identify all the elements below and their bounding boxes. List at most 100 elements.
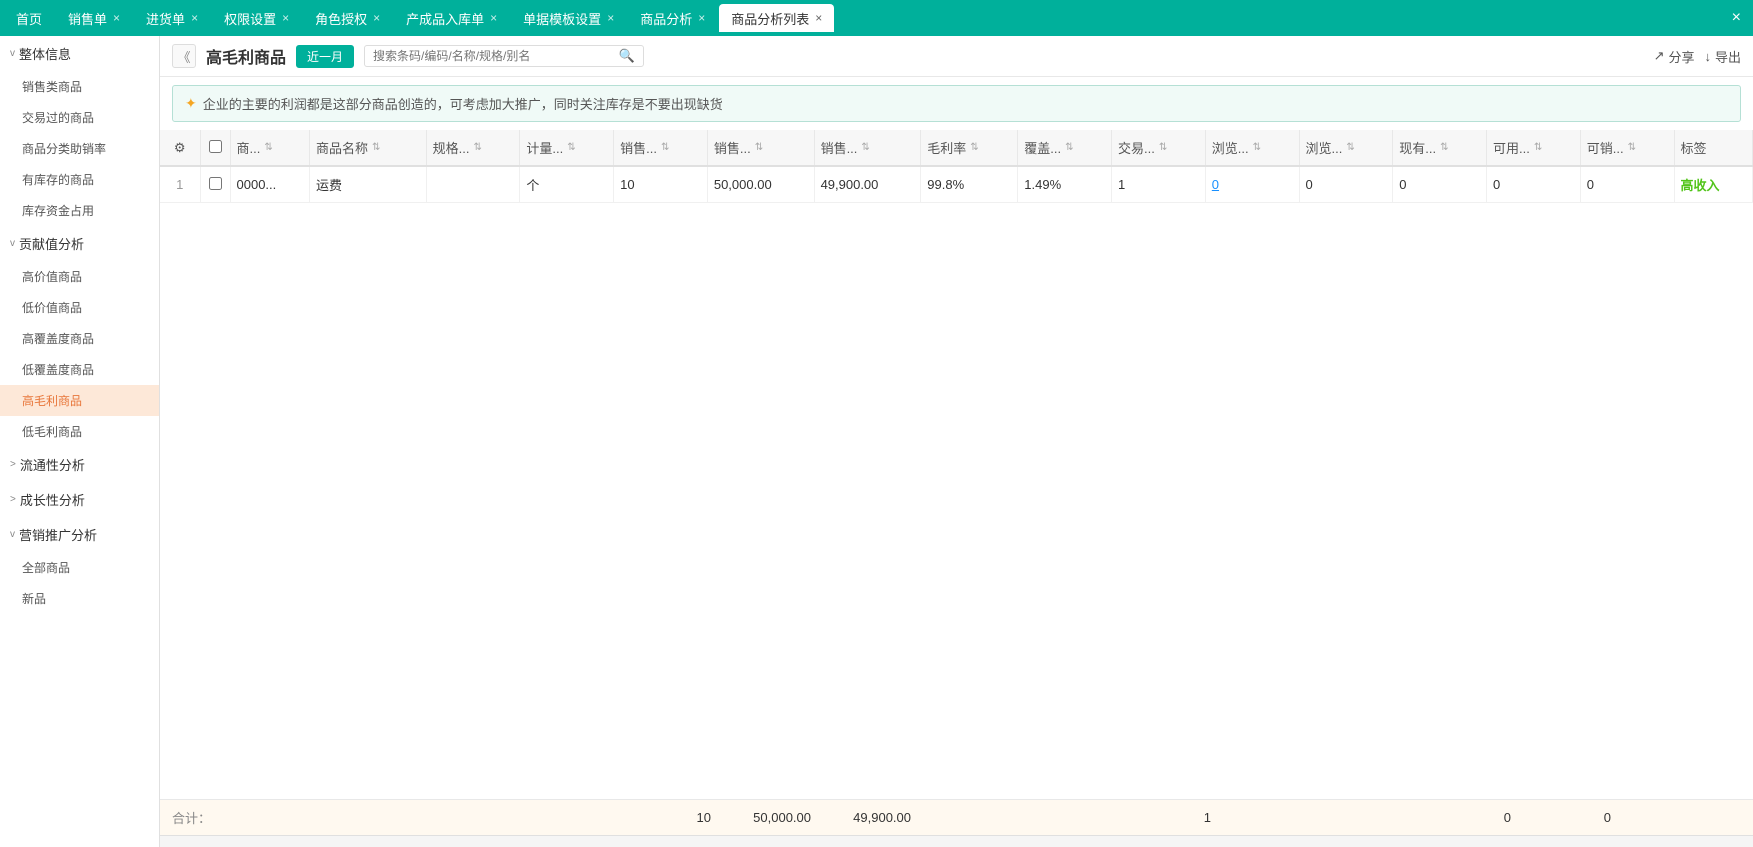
tab-产成品入库单[interactable]: 产成品入库单× — [394, 4, 509, 32]
col-header-13[interactable]: 浏览...⇅ — [1299, 130, 1393, 166]
tab-close-icon[interactable]: × — [698, 12, 705, 24]
sidebar-item-0-3[interactable]: 有库存的商品 — [0, 164, 159, 195]
checkbox-cell[interactable] — [200, 166, 230, 203]
sidebar-section-4[interactable]: v营销推广分析 — [0, 517, 159, 552]
sort-icon-2[interactable]: ⇅ — [264, 142, 272, 153]
search-icon[interactable]: 🔍 — [619, 48, 635, 64]
tab-close-icon[interactable]: × — [282, 12, 289, 24]
content-header: 《 高毛利商品 近一月 🔍 ↗ 分享 ↓ 导出 — [160, 36, 1753, 77]
sort-icon-16[interactable]: ⇅ — [1628, 142, 1636, 153]
sort-icon-3[interactable]: ⇅ — [372, 142, 380, 153]
window-close-btn[interactable]: × — [1724, 9, 1749, 27]
settings-icon[interactable]: ⚙ — [174, 140, 186, 155]
col-header-16[interactable]: 可销...⇅ — [1580, 130, 1674, 166]
sidebar-section-label: 流通性分析 — [20, 455, 85, 474]
sidebar-section-label: 营销推广分析 — [19, 525, 97, 544]
tab-close-icon[interactable]: × — [815, 12, 822, 24]
col-label-10: 覆盖... — [1024, 138, 1061, 157]
sidebar-item-1-4[interactable]: 高毛利商品 — [0, 385, 159, 416]
browse1-cell[interactable]: 0 — [1205, 166, 1299, 203]
sidebar-item-1-1[interactable]: 低价值商品 — [0, 292, 159, 323]
info-banner-text: 企业的主要的利润都是这部分商品创造的，可考虑加大推广，同时关注库存是不要出现缺货 — [203, 94, 723, 113]
footer-stock-available: 0 — [1531, 810, 1611, 825]
tab-角色授权[interactable]: 角色授权× — [303, 4, 392, 32]
col-header-2[interactable]: 商...⇅ — [230, 130, 309, 166]
sort-icon-8[interactable]: ⇅ — [861, 142, 869, 153]
tab-label: 商品分析 — [640, 9, 692, 28]
col-header-8[interactable]: 销售...⇅ — [814, 130, 921, 166]
footer-stock-current: 0 — [1431, 810, 1511, 825]
info-banner: ✦ 企业的主要的利润都是这部分商品创造的，可考虑加大推广，同时关注库存是不要出现… — [172, 85, 1741, 122]
col-header-5[interactable]: 计量... ⇅ — [520, 130, 614, 166]
search-box: 🔍 — [364, 45, 644, 67]
sort-icon-13[interactable]: ⇅ — [1346, 142, 1354, 153]
col-label-13: 浏览... — [1306, 138, 1343, 157]
sidebar-item-4-1[interactable]: 新品 — [0, 583, 159, 614]
sidebar-item-1-5[interactable]: 低毛利商品 — [0, 416, 159, 447]
col-label-2: 商... — [237, 138, 261, 157]
sort-icon-10[interactable]: ⇅ — [1065, 142, 1073, 153]
tab-单据模板设置[interactable]: 单据模板设置× — [511, 4, 626, 32]
tab-商品分析[interactable]: 商品分析 × — [628, 4, 717, 32]
col-header-9[interactable]: 毛利率⇅ — [921, 130, 1018, 166]
sort-icon-7[interactable]: ⇅ — [755, 142, 763, 153]
share-btn[interactable]: ↗ 分享 — [1654, 47, 1695, 66]
col-header-14[interactable]: 现有...⇅ — [1393, 130, 1487, 166]
sort-icon-15[interactable]: ⇅ — [1534, 142, 1542, 153]
sidebar-item-4-0[interactable]: 全部商品 — [0, 552, 159, 583]
sidebar-section-0[interactable]: v整体信息 — [0, 36, 159, 71]
row-checkbox[interactable] — [209, 177, 222, 190]
sidebar-item-0-1[interactable]: 交易过的商品 — [0, 102, 159, 133]
footer-trade: 1 — [1131, 810, 1211, 825]
sort-icon-12[interactable]: ⇅ — [1253, 142, 1261, 153]
sort-icon-11[interactable]: ⇅ — [1159, 142, 1167, 153]
sidebar-section-2[interactable]: >流通性分析 — [0, 447, 159, 482]
tab-进货单[interactable]: 进货单× — [134, 4, 210, 32]
col-header-4[interactable]: 规格...⇅ — [426, 130, 520, 166]
col-header-11[interactable]: 交易...⇅ — [1112, 130, 1206, 166]
tab-商品分析列表[interactable]: 商品分析列表 × — [719, 4, 834, 32]
sidebar-item-1-3[interactable]: 低覆盖度商品 — [0, 354, 159, 385]
unit-cell: 个 — [520, 166, 614, 203]
sidebar-item-0-4[interactable]: 库存资金占用 — [0, 195, 159, 226]
search-input[interactable] — [373, 49, 613, 63]
data-table: ⚙商...⇅商品名称⇅规格...⇅计量...⇅销售...⇅销售...⇅销售...… — [160, 130, 1753, 203]
sort-icon-14[interactable]: ⇅ — [1440, 142, 1448, 153]
col-header-6[interactable]: 销售...⇅ — [614, 130, 708, 166]
col-header-10[interactable]: 覆盖... ⇅ — [1018, 130, 1112, 166]
sidebar-section-1[interactable]: v贡献值分析 — [0, 226, 159, 261]
tab-close-icon[interactable]: × — [490, 12, 497, 24]
col-header-3[interactable]: 商品名称⇅ — [309, 130, 426, 166]
main-layout: v整体信息销售类商品交易过的商品商品分类助销率有库存的商品库存资金占用v贡献值分… — [0, 36, 1753, 847]
sidebar-item-0-2[interactable]: 商品分类助销率 — [0, 133, 159, 164]
col-header-12[interactable]: 浏览...⇅ — [1205, 130, 1299, 166]
horizontal-scrollbar[interactable] — [160, 835, 1753, 847]
sort-icon-9[interactable]: ⇅ — [970, 142, 978, 153]
tab-close-icon[interactable]: × — [113, 12, 120, 24]
tab-close-icon[interactable]: × — [607, 12, 614, 24]
collapse-sidebar-btn[interactable]: 《 — [172, 44, 196, 68]
sidebar-item-1-0[interactable]: 高价值商品 — [0, 261, 159, 292]
sort-icon-5[interactable]: ⇅ — [567, 142, 575, 153]
sort-icon-4[interactable]: ⇅ — [473, 142, 481, 153]
col-label-5: 计量... — [526, 138, 563, 157]
export-btn[interactable]: ↓ 导出 — [1704, 47, 1741, 66]
sidebar-item-0-0[interactable]: 销售类商品 — [0, 71, 159, 102]
sales-cost-cell: 49,900.00 — [814, 166, 921, 203]
tab-权限设置[interactable]: 权限设置× — [212, 4, 301, 32]
tab-close-icon[interactable]: × — [191, 12, 198, 24]
tab-销售单[interactable]: 销售单× — [56, 4, 132, 32]
filter-recent-month-btn[interactable]: 近一月 — [296, 45, 354, 68]
sort-icon-6[interactable]: ⇅ — [661, 142, 669, 153]
select-all-checkbox[interactable] — [209, 140, 222, 153]
tab-label: 商品分析列表 — [731, 9, 809, 28]
sidebar-section-3[interactable]: >成长性分析 — [0, 482, 159, 517]
col-header-15[interactable]: 可用...⇅ — [1487, 130, 1581, 166]
col-label-4: 规格... — [433, 138, 470, 157]
sidebar-item-1-2[interactable]: 高覆盖度商品 — [0, 323, 159, 354]
tab-首页[interactable]: 首页 — [4, 4, 54, 32]
tab-close-icon[interactable]: × — [373, 12, 380, 24]
stock-current-cell: 0 — [1393, 166, 1487, 203]
page-title: 高毛利商品 — [206, 44, 286, 68]
col-header-7[interactable]: 销售...⇅ — [707, 130, 814, 166]
